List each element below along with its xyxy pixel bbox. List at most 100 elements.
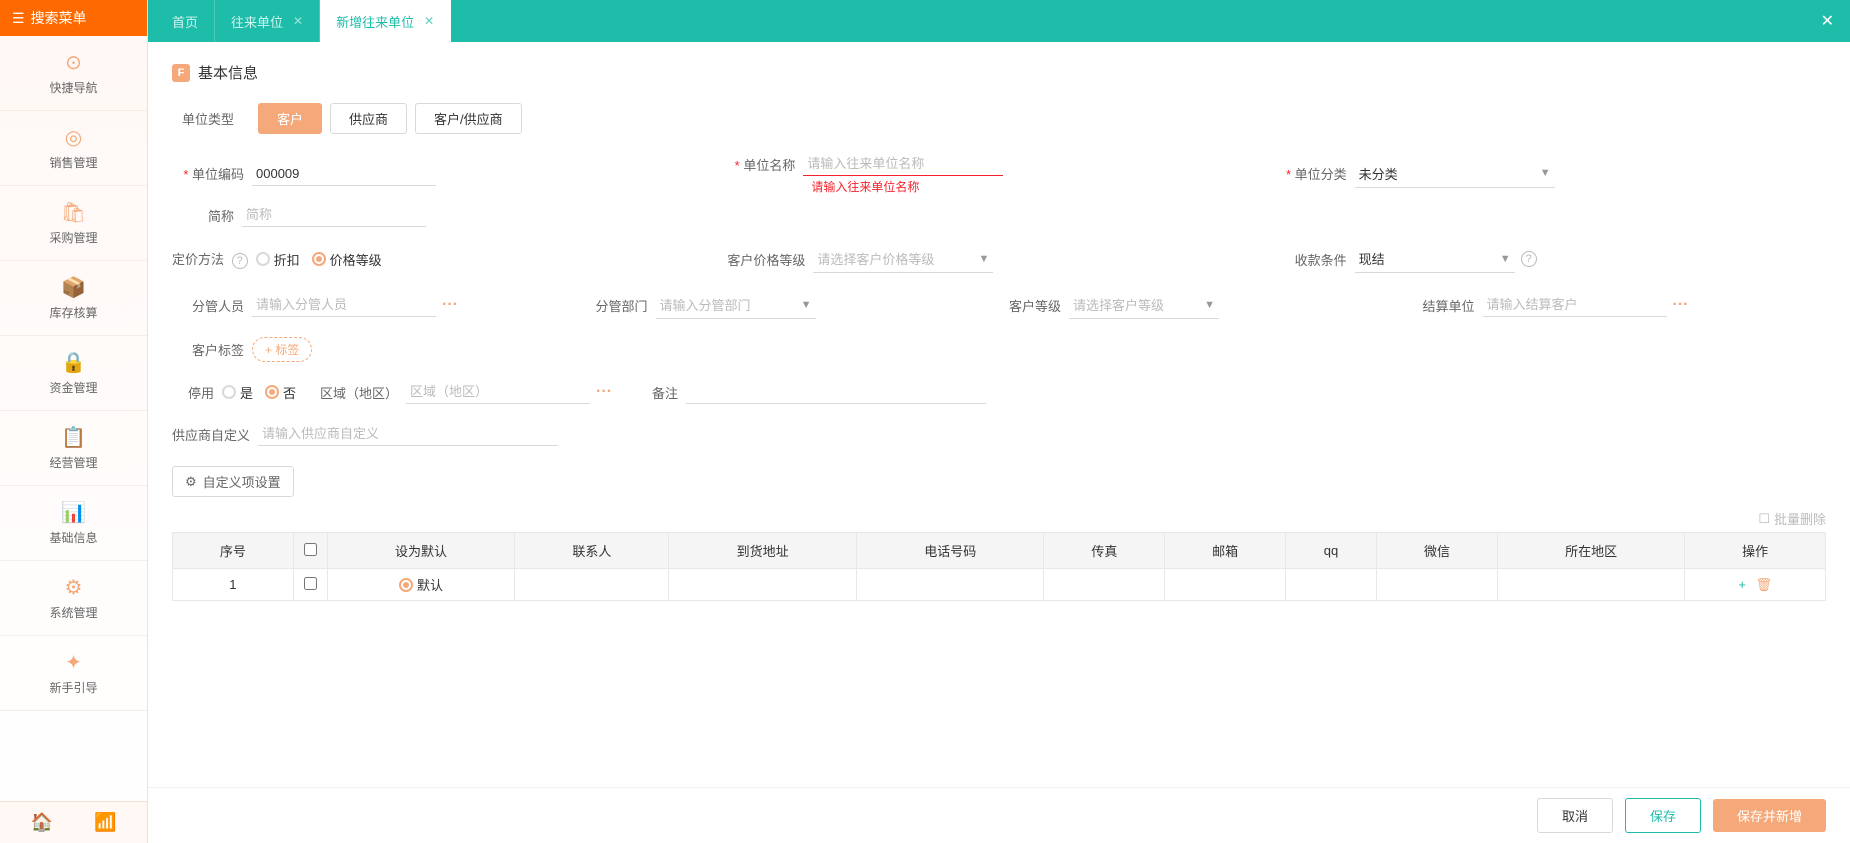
default-radio[interactable]: 默认	[338, 575, 505, 594]
customer-price-label: 客户价格等级	[723, 250, 813, 269]
sidebar-search-label: 搜索菜单	[31, 8, 87, 28]
region-field: 区域（地区） ···	[320, 380, 612, 404]
pricing-label: 定价方法 ?	[172, 249, 256, 269]
gear-icon: ⚙	[185, 474, 197, 490]
code-input[interactable]	[252, 162, 436, 186]
discount-radio[interactable]: 折扣	[256, 250, 300, 269]
add-row-btn[interactable]: +	[1738, 577, 1746, 592]
customer-level-select[interactable]: 请选择客户等级 ▼	[1069, 291, 1219, 319]
code-label: 单位编码	[172, 164, 252, 183]
guide-icon: ✦	[65, 650, 82, 675]
sidebar: ☰ 搜索菜单 ⊙ 快捷导航 ◎ 销售管理 🛍 采购管理 📦 库存核算 🔒 资金管…	[0, 0, 148, 843]
disable-no-radio[interactable]: 否	[265, 383, 296, 402]
sidebar-item-system[interactable]: ⚙ 系统管理	[0, 561, 147, 636]
disable-radio-group: 是 否	[222, 383, 296, 402]
pricing-help-icon[interactable]: ?	[232, 253, 248, 269]
settle-unit-more-btn[interactable]: ···	[1673, 296, 1689, 314]
price-level-label: 价格等级	[330, 250, 382, 269]
remark-label: 备注	[636, 383, 686, 402]
short-name-input[interactable]	[242, 203, 426, 227]
basic-icon: 📊	[61, 500, 86, 525]
customer-level-placeholder: 请选择客户等级	[1073, 295, 1164, 314]
region-more-btn[interactable]: ···	[596, 383, 612, 401]
row-email	[1165, 569, 1286, 601]
settle-unit-label: 结算单位	[1413, 296, 1483, 315]
unit-type-both[interactable]: 客户/供应商	[415, 103, 522, 134]
batch-delete-btn[interactable]: ☐ 批量删除	[1758, 509, 1826, 528]
th-wechat: 微信	[1377, 533, 1498, 569]
row-wechat	[1377, 569, 1498, 601]
disable-yes-radio[interactable]: 是	[222, 383, 253, 402]
customer-level-chevron-icon: ▼	[1204, 299, 1215, 311]
name-error-msg: 请输入往来单位名称	[811, 178, 919, 195]
save-new-button[interactable]: 保存并新增	[1713, 799, 1826, 832]
tag-add-btn[interactable]: + 标签	[252, 337, 312, 362]
supplier-custom-label: 供应商自定义	[172, 425, 258, 444]
payment-terms-help-icon[interactable]: ?	[1521, 251, 1537, 267]
sidebar-item-operations[interactable]: 📋 经营管理	[0, 411, 147, 486]
sidebar-item-basic[interactable]: 📊 基础信息	[0, 486, 147, 561]
category-label: 单位分类	[1275, 164, 1355, 183]
form-content: F 基本信息 单位类型 客户 供应商 客户/供应商 单位编码	[148, 42, 1850, 787]
price-level-radio-circle	[312, 252, 326, 266]
sidebar-item-sales[interactable]: ◎ 销售管理	[0, 111, 147, 186]
unit-type-customer[interactable]: 客户	[258, 103, 322, 134]
payment-terms-value: 现结	[1359, 249, 1385, 268]
manager-label: 分管人员	[172, 296, 252, 315]
manager-input[interactable]	[252, 293, 436, 317]
supplier-custom-input[interactable]	[258, 422, 558, 446]
sidebar-item-inventory[interactable]: 📦 库存核算	[0, 261, 147, 336]
row-fax	[1044, 569, 1165, 601]
price-level-radio[interactable]: 价格等级	[312, 250, 382, 269]
category-select[interactable]: 未分类 ▼	[1355, 160, 1555, 188]
row-actions: + 🗑	[1685, 569, 1826, 601]
save-button[interactable]: 保存	[1625, 798, 1701, 833]
region-input[interactable]	[406, 380, 590, 404]
th-fax: 传真	[1044, 533, 1165, 569]
purchase-icon: 🛍	[61, 200, 86, 225]
sidebar-item-label: 系统管理	[49, 604, 97, 621]
sidebar-item-purchase[interactable]: 🛍 采购管理	[0, 186, 147, 261]
customer-price-select[interactable]: 请选择客户价格等级 ▼	[813, 245, 993, 273]
sidebar-item-quick-nav[interactable]: ⊙ 快捷导航	[0, 36, 147, 111]
row-default: 默认	[327, 569, 515, 601]
remark-input[interactable]	[686, 380, 986, 404]
custom-settings-btn[interactable]: ⚙ 自定义项设置	[172, 466, 294, 497]
payment-terms-select[interactable]: 现结 ▼	[1355, 245, 1515, 273]
sidebar-item-guide[interactable]: ✦ 新手引导	[0, 636, 147, 711]
sidebar-item-finance[interactable]: 🔒 资金管理	[0, 336, 147, 411]
unit-type-label: 单位类型	[172, 109, 242, 128]
dept-select[interactable]: 请输入分管部门 ▼	[656, 291, 816, 319]
operations-icon: 📋	[61, 425, 86, 450]
sidebar-search[interactable]: ☰ 搜索菜单	[0, 0, 147, 36]
settle-unit-field: 结算单位 ···	[1413, 293, 1827, 317]
custom-settings-label: 自定义项设置	[203, 472, 281, 491]
signal-icon[interactable]: 📶	[94, 812, 116, 833]
payment-terms-field: 收款条件 现结 ▼ ?	[1275, 245, 1826, 273]
sidebar-item-label: 资金管理	[49, 379, 97, 396]
dept-placeholder: 请输入分管部门	[660, 295, 751, 314]
tab-home[interactable]: 首页	[156, 0, 215, 42]
select-all-checkbox[interactable]	[304, 543, 317, 556]
home-bottom-icon[interactable]: 🏠	[31, 812, 53, 833]
tag-label: 客户标签	[172, 340, 252, 359]
tab-new-counterparty[interactable]: 新增往来单位 ✕	[320, 0, 451, 42]
unit-type-supplier[interactable]: 供应商	[330, 103, 407, 134]
tab-new-counterparty-close[interactable]: ✕	[424, 14, 434, 28]
row-select-checkbox[interactable]	[304, 577, 317, 590]
tab-counterparty-close[interactable]: ✕	[293, 14, 303, 28]
table-row: 1 默认	[173, 569, 1826, 601]
name-input[interactable]	[803, 152, 1003, 176]
cancel-button[interactable]: 取消	[1537, 798, 1613, 833]
th-region: 所在地区	[1497, 533, 1685, 569]
settle-unit-input[interactable]	[1483, 293, 1667, 317]
default-radio-circle	[399, 578, 413, 592]
tab-home-label: 首页	[172, 12, 198, 31]
payment-terms-label: 收款条件	[1275, 250, 1355, 269]
th-phone: 电话号码	[856, 533, 1044, 569]
manager-more-btn[interactable]: ···	[442, 296, 458, 314]
tab-counterparty[interactable]: 往来单位 ✕	[215, 0, 320, 42]
close-all-tabs[interactable]: ✕	[1813, 11, 1842, 31]
delete-row-btn[interactable]: 🗑	[1756, 577, 1773, 592]
tab-counterparty-label: 往来单位	[231, 12, 283, 31]
